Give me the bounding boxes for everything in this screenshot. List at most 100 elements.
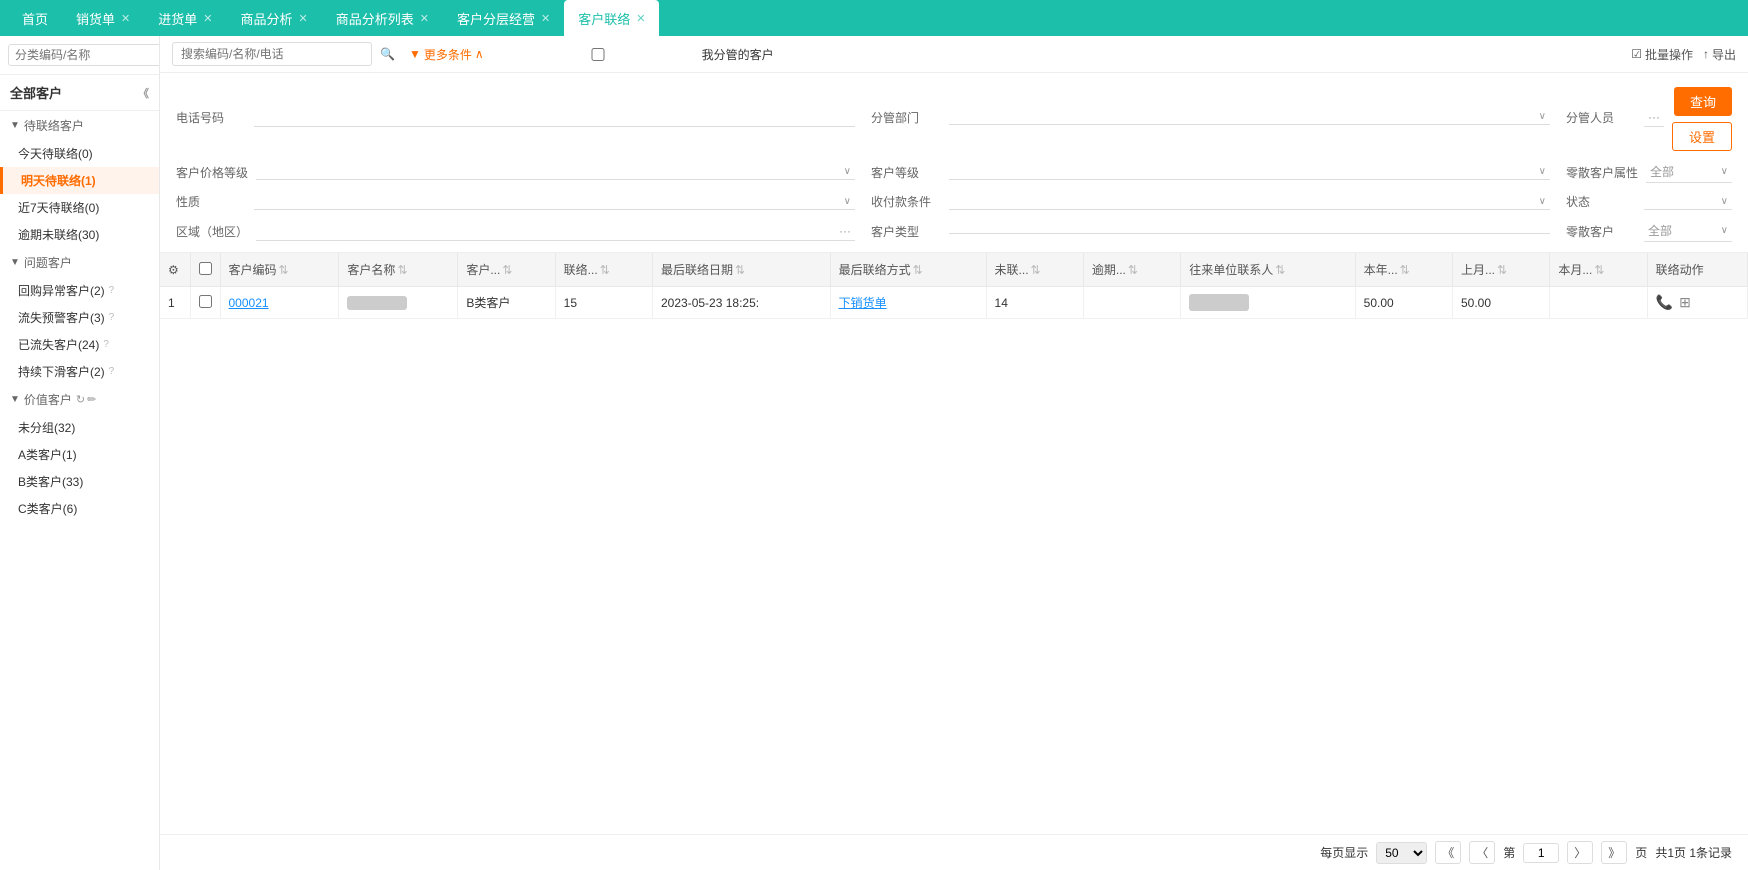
nature-select[interactable]: ∨ (254, 194, 855, 210)
table-area: ⚙ 客户编码⇅ 客户名称⇅ 客户...⇅ 联络...⇅ 最后联络日期⇅ 最后联络… (160, 253, 1748, 834)
close-analysis-list-icon[interactable]: ✕ (420, 12, 429, 25)
nav-customer-contact[interactable]: 客户联络 ✕ (564, 0, 659, 36)
close-analysis-icon[interactable]: ✕ (299, 12, 308, 25)
export-btn[interactable]: ↑ 导出 (1703, 46, 1736, 63)
col-code: 客户编码⇅ (220, 253, 339, 287)
search-input[interactable] (172, 42, 372, 66)
search-button-icon[interactable]: 🔍 (380, 47, 395, 61)
my-customers-checkbox-wrap[interactable]: 我分管的客户 (498, 46, 774, 63)
col-name: 客户名称⇅ (339, 253, 458, 287)
help-declining-icon[interactable]: ? (109, 366, 115, 377)
sidebar-all-customers[interactable]: 全部客户 《 (0, 75, 159, 111)
customer-level-select[interactable]: ∨ (949, 164, 1550, 180)
dept-select[interactable]: ∨ (949, 109, 1550, 125)
value-edit-icon[interactable]: ✏ (87, 393, 96, 406)
status-label: 状态 (1566, 193, 1636, 210)
query-btn[interactable]: 查询 (1674, 87, 1732, 116)
manager-select[interactable]: ··· (1644, 108, 1664, 127)
sidebar-item-class-c[interactable]: C类客户(6) (0, 495, 159, 522)
close-customer-ops-icon[interactable]: ✕ (541, 12, 550, 25)
region-select[interactable]: ··· (256, 222, 855, 241)
nav-purchase[interactable]: 进货单 ✕ (144, 0, 226, 36)
settings-btn[interactable]: 设置 (1672, 122, 1732, 151)
cell-code[interactable]: 000021 (220, 287, 339, 319)
sidebar-item-7days[interactable]: 近7天待联络(0) (0, 194, 159, 221)
last-page-btn[interactable]: 》 (1601, 841, 1627, 864)
sort-nc-icon[interactable]: ⇅ (1031, 263, 1041, 277)
sidebar-item-ungrouped[interactable]: 未分组(32) (0, 414, 159, 441)
sidebar-search-input[interactable] (8, 44, 160, 66)
page-input[interactable] (1523, 843, 1559, 863)
select-all-checkbox[interactable] (199, 262, 212, 275)
manager-dots-icon: ··· (1648, 110, 1660, 124)
more-conditions-btn[interactable]: ▼ 更多条件 ∧ (403, 43, 490, 66)
prev-page-btn[interactable]: 〈 (1469, 841, 1495, 864)
sidebar-group-problem-title[interactable]: ▼ 问题客户 (0, 248, 159, 277)
nav-home[interactable]: 首页 (8, 0, 62, 36)
next-page-btn[interactable]: 〉 (1567, 841, 1593, 864)
sort-yr-icon[interactable]: ⇅ (1400, 263, 1410, 277)
per-page-select[interactable]: 50 100 (1376, 842, 1427, 864)
phone-input[interactable] (258, 110, 851, 124)
sidebar-item-class-b[interactable]: B类客户(33) (0, 468, 159, 495)
sort-name-icon[interactable]: ⇅ (397, 263, 407, 277)
phone-input-wrap[interactable] (254, 108, 855, 127)
retail-customer-select[interactable]: 全部 ∨ (1644, 220, 1732, 242)
sidebar-item-churned[interactable]: 已流失客户(24) ? (0, 331, 159, 358)
sidebar-item-class-a[interactable]: A类客户(1) (0, 441, 159, 468)
table-footer: 每页显示 50 100 《 〈 第 〉 》 页 共1页 1条记录 (160, 834, 1748, 870)
nature-label: 性质 (176, 193, 246, 210)
col-overdue: 逾期...⇅ (1083, 253, 1180, 287)
status-select[interactable]: ∨ (1644, 194, 1732, 210)
nav-analysis-list[interactable]: 商品分析列表 ✕ (322, 0, 443, 36)
row-checkbox[interactable] (199, 295, 212, 308)
triangle-icon: ▼ (10, 120, 20, 131)
sort-unit-icon[interactable]: ⇅ (1275, 263, 1285, 277)
sidebar-item-churn-warning[interactable]: 流失预警客户(3) ? (0, 304, 159, 331)
sidebar-item-overdue[interactable]: 逾期未联络(30) (0, 221, 159, 248)
sidebar-item-declining[interactable]: 持续下滑客户(2) ? (0, 358, 159, 385)
close-purchase-icon[interactable]: ✕ (203, 12, 212, 25)
filter-row-dept: 分管部门 ∨ (871, 83, 1550, 151)
manager-label: 分管人员 (1566, 109, 1636, 126)
close-customer-contact-icon[interactable]: ✕ (636, 12, 645, 25)
sort-code-icon[interactable]: ⇅ (279, 263, 289, 277)
help-churned-icon[interactable]: ? (103, 339, 109, 350)
sort-date-icon[interactable]: ⇅ (735, 263, 745, 277)
sidebar-group-value: ▼ 价值客户 ↻ ✏ 未分组(32) A类客户(1) B类客户(33) C类客户… (0, 385, 159, 522)
sidebar-group-value-title[interactable]: ▼ 价值客户 ↻ ✏ (0, 385, 159, 414)
nav-customer-ops[interactable]: 客户分层经营 ✕ (443, 0, 564, 36)
sort-tm-icon[interactable]: ⇅ (1594, 263, 1604, 277)
call-action-icon[interactable]: 📞 (1656, 294, 1673, 311)
batch-operation-btn[interactable]: ☑ 批量操作 (1631, 46, 1693, 63)
retail-attr-select[interactable]: 全部 ∨ (1646, 161, 1732, 183)
sidebar-item-today[interactable]: 今天待联络(0) (0, 140, 159, 167)
close-sales-icon[interactable]: ✕ (121, 12, 130, 25)
nav-analysis[interactable]: 商品分析 ✕ (226, 0, 321, 36)
help-repurchase-icon[interactable]: ? (109, 285, 115, 296)
sort-cat-icon[interactable]: ⇅ (502, 263, 512, 277)
customer-type-select[interactable] (949, 229, 1550, 234)
help-churn-warning-icon[interactable]: ? (109, 312, 115, 323)
value-refresh-icon[interactable]: ↻ (76, 393, 85, 406)
sidebar-group-pending-title[interactable]: ▼ 待联络客户 (0, 111, 159, 140)
sort-method-icon[interactable]: ⇅ (913, 263, 923, 277)
sidebar-item-tomorrow[interactable]: 明天待联络(1) (0, 167, 159, 194)
sort-lm-icon[interactable]: ⇅ (1497, 263, 1507, 277)
more-action-icon[interactable]: ⊞ (1679, 294, 1691, 311)
col-settings[interactable]: ⚙ (160, 253, 190, 287)
price-level-select[interactable]: ∨ (256, 164, 855, 180)
my-customers-checkbox[interactable] (498, 48, 698, 61)
filter-row-phone: 电话号码 (176, 83, 855, 151)
col-checkbox[interactable] (190, 253, 220, 287)
payment-select[interactable]: ∨ (949, 194, 1550, 210)
nav-sales[interactable]: 销货单 ✕ (62, 0, 144, 36)
first-page-btn[interactable]: 《 (1435, 841, 1461, 864)
sidebar-item-repurchase[interactable]: 回购异常客户(2) ? (0, 277, 159, 304)
filter-row-retail-customer: 零散客户 全部 ∨ (1566, 220, 1732, 242)
sort-overdue-icon[interactable]: ⇅ (1128, 263, 1138, 277)
cell-last-contact-method[interactable]: 下销货单 (830, 287, 986, 319)
cell-checkbox[interactable] (190, 287, 220, 319)
sort-contact-icon[interactable]: ⇅ (600, 263, 610, 277)
col-not-contacted: 未联...⇅ (986, 253, 1083, 287)
